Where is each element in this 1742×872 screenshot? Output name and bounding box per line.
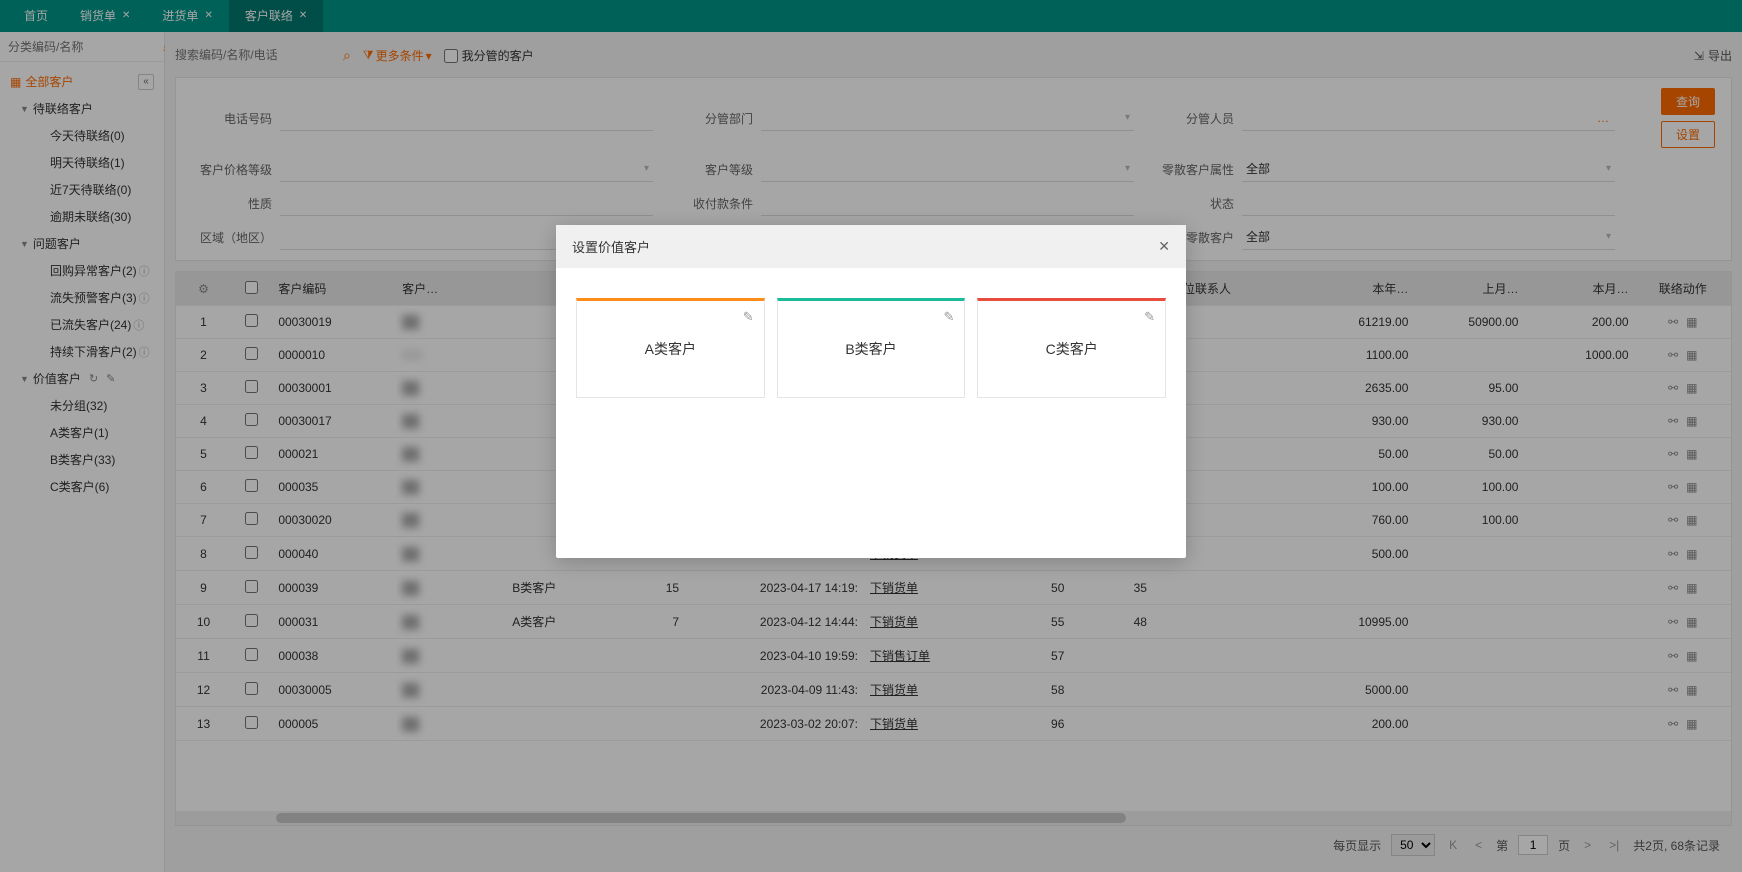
close-icon[interactable]: ✕ (1158, 238, 1170, 255)
modal-title: 设置价值客户 (572, 237, 650, 256)
edit-icon[interactable]: ✎ (943, 309, 954, 325)
edit-icon[interactable]: ✎ (1144, 309, 1155, 325)
card-c-customer[interactable]: ✎ C类客户 (977, 298, 1166, 398)
edit-icon[interactable]: ✎ (743, 309, 754, 325)
card-a-customer[interactable]: ✎ A类客户 (576, 298, 765, 398)
modal-overlay[interactable]: 设置价值客户 ✕ ✎ A类客户 ✎ B类客户 ✎ C类客户 (0, 0, 1742, 872)
card-b-customer[interactable]: ✎ B类客户 (777, 298, 966, 398)
modal-value-customer: 设置价值客户 ✕ ✎ A类客户 ✎ B类客户 ✎ C类客户 (556, 225, 1186, 558)
